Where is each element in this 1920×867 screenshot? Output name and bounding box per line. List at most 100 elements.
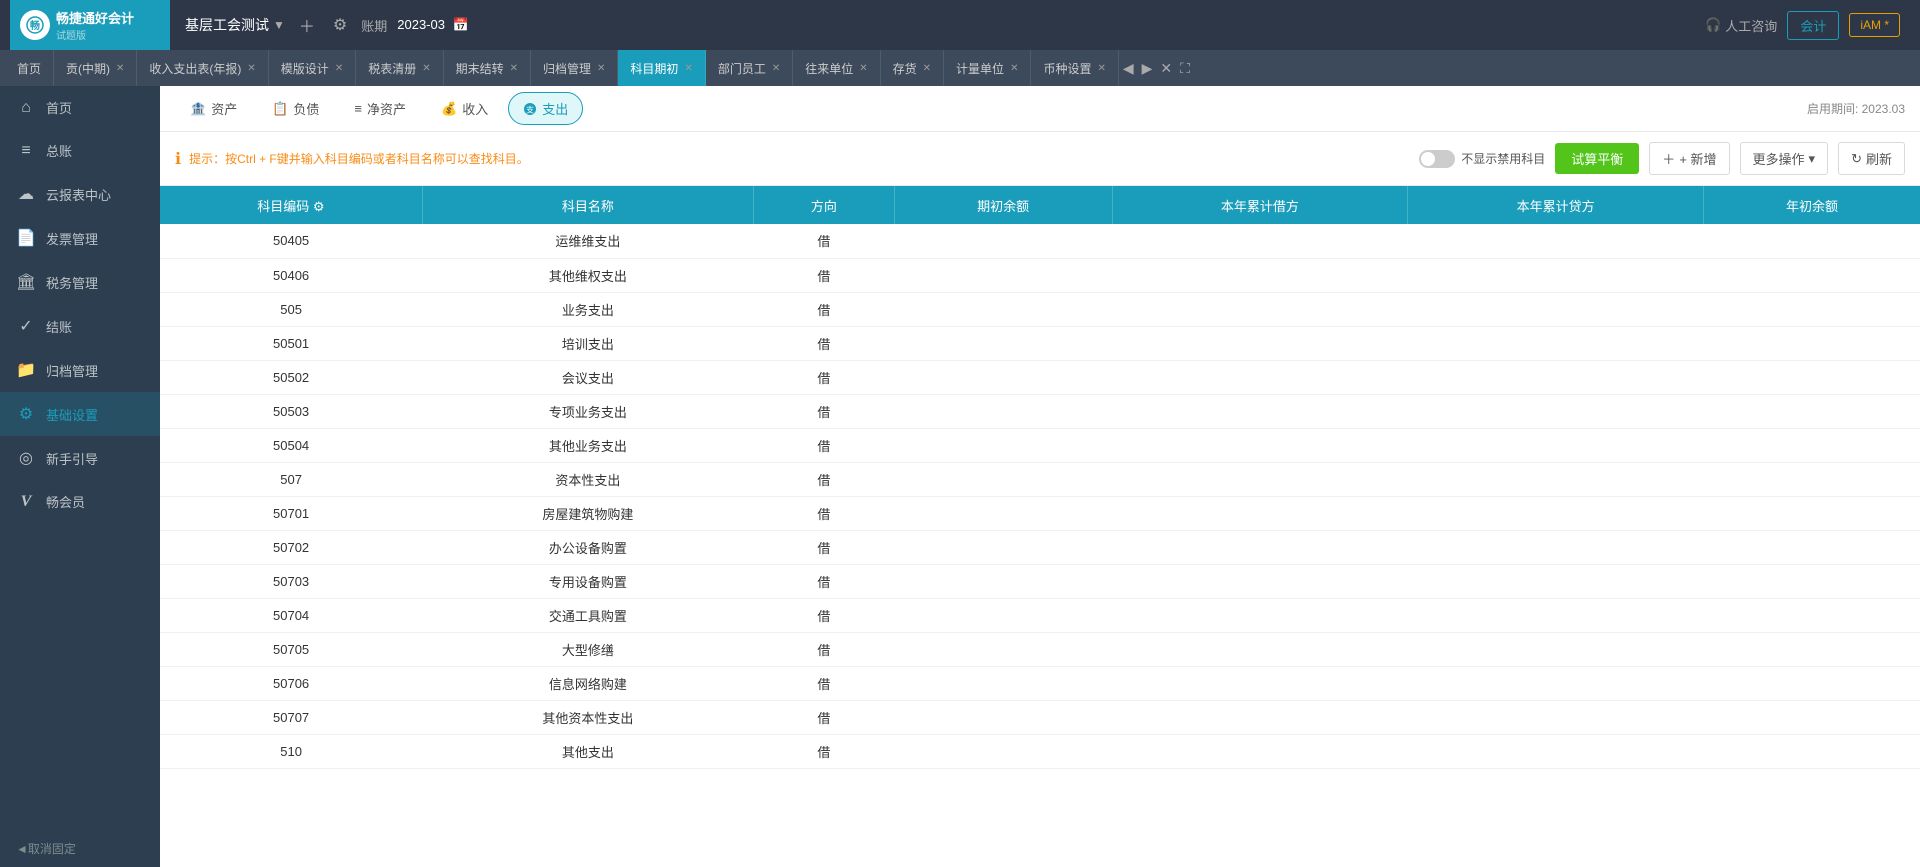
sidebar-item-guide[interactable]: ◎ 新手引导 (0, 436, 160, 480)
headset-icon: 🎧 (1705, 17, 1721, 33)
tab-close-archive[interactable]: ✕ (597, 63, 605, 74)
cell-ytd-debit (1112, 462, 1408, 496)
sidebar-item-ledger[interactable]: ≡ 总账 (0, 129, 160, 172)
tab-period-end[interactable]: 期末结转 ✕ (444, 50, 531, 86)
cell-begin-balance (1703, 360, 1920, 394)
sidebar-item-reports[interactable]: ☁ 云报表中心 (0, 172, 160, 216)
table-row[interactable]: 505 业务支出 借 (160, 292, 1920, 326)
sidebar-item-archive[interactable]: 📁 归档管理 (0, 348, 160, 392)
cell-ytd-credit (1408, 666, 1704, 700)
chevron-down-icon: ▼ (273, 18, 285, 32)
cell-name: 其他业务支出 (422, 428, 754, 462)
table-row[interactable]: 50406 其他维权支出 借 (160, 258, 1920, 292)
sub-tab-liability[interactable]: 📋 负债 (257, 92, 334, 125)
tab-close-income[interactable]: ✕ (247, 63, 255, 74)
tab-close-tax[interactable]: ✕ (422, 63, 430, 74)
sub-tab-net-asset[interactable]: ≡ 净资产 (339, 92, 421, 125)
tab-close-period-end[interactable]: ✕ (510, 63, 518, 74)
cell-code: 50705 (160, 632, 422, 666)
account-button[interactable]: 会计 (1787, 11, 1839, 40)
tab-tax[interactable]: 税表清册 ✕ (356, 50, 443, 86)
cell-name: 专用设备购置 (422, 564, 754, 598)
sidebar-item-close[interactable]: ✓ 结账 (0, 304, 160, 348)
more-dropdown-icon: ▾ (1809, 151, 1816, 167)
tab-income[interactable]: 收入支出表(年报) ✕ (137, 50, 268, 86)
iam-badge[interactable]: iAM * (1849, 13, 1900, 37)
tab-dept[interactable]: 部门员工 ✕ (706, 50, 793, 86)
table-row[interactable]: 50703 专用设备购置 借 (160, 564, 1920, 598)
col-direction: 方向 (754, 186, 894, 224)
tab-close-template[interactable]: ✕ (335, 63, 343, 74)
cell-ytd-credit (1408, 496, 1704, 530)
table-row[interactable]: 50706 信息网络购建 借 (160, 666, 1920, 700)
col-settings-icon[interactable]: ⚙ (313, 199, 325, 214)
tab-archive[interactable]: 归档管理 ✕ (531, 50, 618, 86)
tab-close-unit[interactable]: ✕ (1010, 63, 1018, 74)
cell-begin-balance (1703, 292, 1920, 326)
company-name[interactable]: 基层工会测试 ▼ (185, 15, 285, 35)
cell-begin-balance (1703, 428, 1920, 462)
tab-close-mid[interactable]: ✕ (116, 63, 124, 74)
tab-close-subject[interactable]: ✕ (684, 63, 692, 74)
table-row[interactable]: 50704 交通工具购置 借 (160, 598, 1920, 632)
table-row[interactable]: 50504 其他业务支出 借 (160, 428, 1920, 462)
table-row[interactable]: 50501 培训支出 借 (160, 326, 1920, 360)
more-button[interactable]: 更多操作 ▾ (1740, 142, 1829, 175)
tab-currency[interactable]: 币种设置 ✕ (1031, 50, 1118, 86)
cell-ytd-debit (1112, 360, 1408, 394)
add-button[interactable]: ＋ + 新增 (1649, 142, 1729, 175)
customer-service-button[interactable]: 🎧 人工咨询 (1705, 16, 1777, 35)
cell-direction: 借 (754, 734, 894, 768)
toolbar: ℹ 提示：按Ctrl + F键并输入科目编码或者科目名称可以查找科目。 不显示禁… (160, 132, 1920, 186)
tab-nav-left[interactable]: ◀ (1119, 58, 1138, 79)
refresh-button[interactable]: ↻ 刷新 (1838, 142, 1905, 175)
balance-button[interactable]: 试算平衡 (1555, 143, 1639, 174)
tab-unit[interactable]: 计量单位 ✕ (944, 50, 1031, 86)
table-row[interactable]: 50503 专项业务支出 借 (160, 394, 1920, 428)
tab-close-units[interactable]: ✕ (859, 63, 867, 74)
tab-close-dept[interactable]: ✕ (772, 63, 780, 74)
tab-nav-right[interactable]: ▶ (1138, 58, 1157, 79)
toggle-disabled-switch[interactable] (1419, 150, 1455, 168)
table-row[interactable]: 50702 办公设备购置 借 (160, 530, 1920, 564)
sidebar-collapse-button[interactable]: ◄取消固定 (0, 830, 160, 867)
tab-close-inventory[interactable]: ✕ (923, 63, 931, 74)
cell-code: 50405 (160, 224, 422, 258)
add-company-button[interactable]: ＋ (295, 9, 319, 41)
tab-expand[interactable]: ⛶ (1176, 58, 1194, 79)
tab-subject-period[interactable]: 科目期初 ✕ (618, 50, 705, 86)
col-begin-balance: 年初余额 (1703, 186, 1920, 224)
sub-tab-asset[interactable]: 🏦 资产 (175, 92, 252, 125)
logo-sub: 试题版 (56, 27, 134, 42)
tab-home[interactable]: 首页 (5, 50, 54, 86)
table-row[interactable]: 50701 房屋建筑物购建 借 (160, 496, 1920, 530)
sub-tab-expense[interactable]: 支 支出 (508, 92, 583, 125)
cell-code: 50706 (160, 666, 422, 700)
ledger-icon: ≡ (16, 142, 36, 160)
cell-ytd-debit (1112, 632, 1408, 666)
cell-name: 专项业务支出 (422, 394, 754, 428)
tab-template[interactable]: 模版设计 ✕ (269, 50, 356, 86)
table-row[interactable]: 50502 会议支出 借 (160, 360, 1920, 394)
table-row[interactable]: 50707 其他资本性支出 借 (160, 700, 1920, 734)
sidebar-item-tax[interactable]: 🏛 税务管理 (0, 260, 160, 304)
settings-icon-button[interactable]: ⚙ (329, 11, 351, 39)
tab-units[interactable]: 往来单位 ✕ (793, 50, 880, 86)
sub-tab-income-label: 收入 (462, 99, 488, 118)
add-icon: ＋ (1662, 149, 1675, 168)
sidebar-item-invoice[interactable]: 📄 发票管理 (0, 216, 160, 260)
sidebar-item-settings[interactable]: ⚙ 基础设置 (0, 392, 160, 436)
sidebar-item-member[interactable]: V 畅会员 (0, 480, 160, 523)
tab-mid[interactable]: 贡(中期) ✕ (54, 50, 137, 86)
table-row[interactable]: 50405 运维维支出 借 (160, 224, 1920, 258)
table-row[interactable]: 50705 大型修缮 借 (160, 632, 1920, 666)
table-row[interactable]: 507 资本性支出 借 (160, 462, 1920, 496)
sidebar-item-home[interactable]: ⌂ 首页 (0, 86, 160, 129)
tab-close-currency[interactable]: ✕ (1097, 63, 1105, 74)
tab-inventory[interactable]: 存货 ✕ (881, 50, 944, 86)
cell-code: 50704 (160, 598, 422, 632)
tab-close-all[interactable]: ✕ (1156, 58, 1176, 79)
table-row[interactable]: 510 其他支出 借 (160, 734, 1920, 768)
cell-name: 其他资本性支出 (422, 700, 754, 734)
sub-tab-income[interactable]: 💰 收入 (426, 92, 503, 125)
